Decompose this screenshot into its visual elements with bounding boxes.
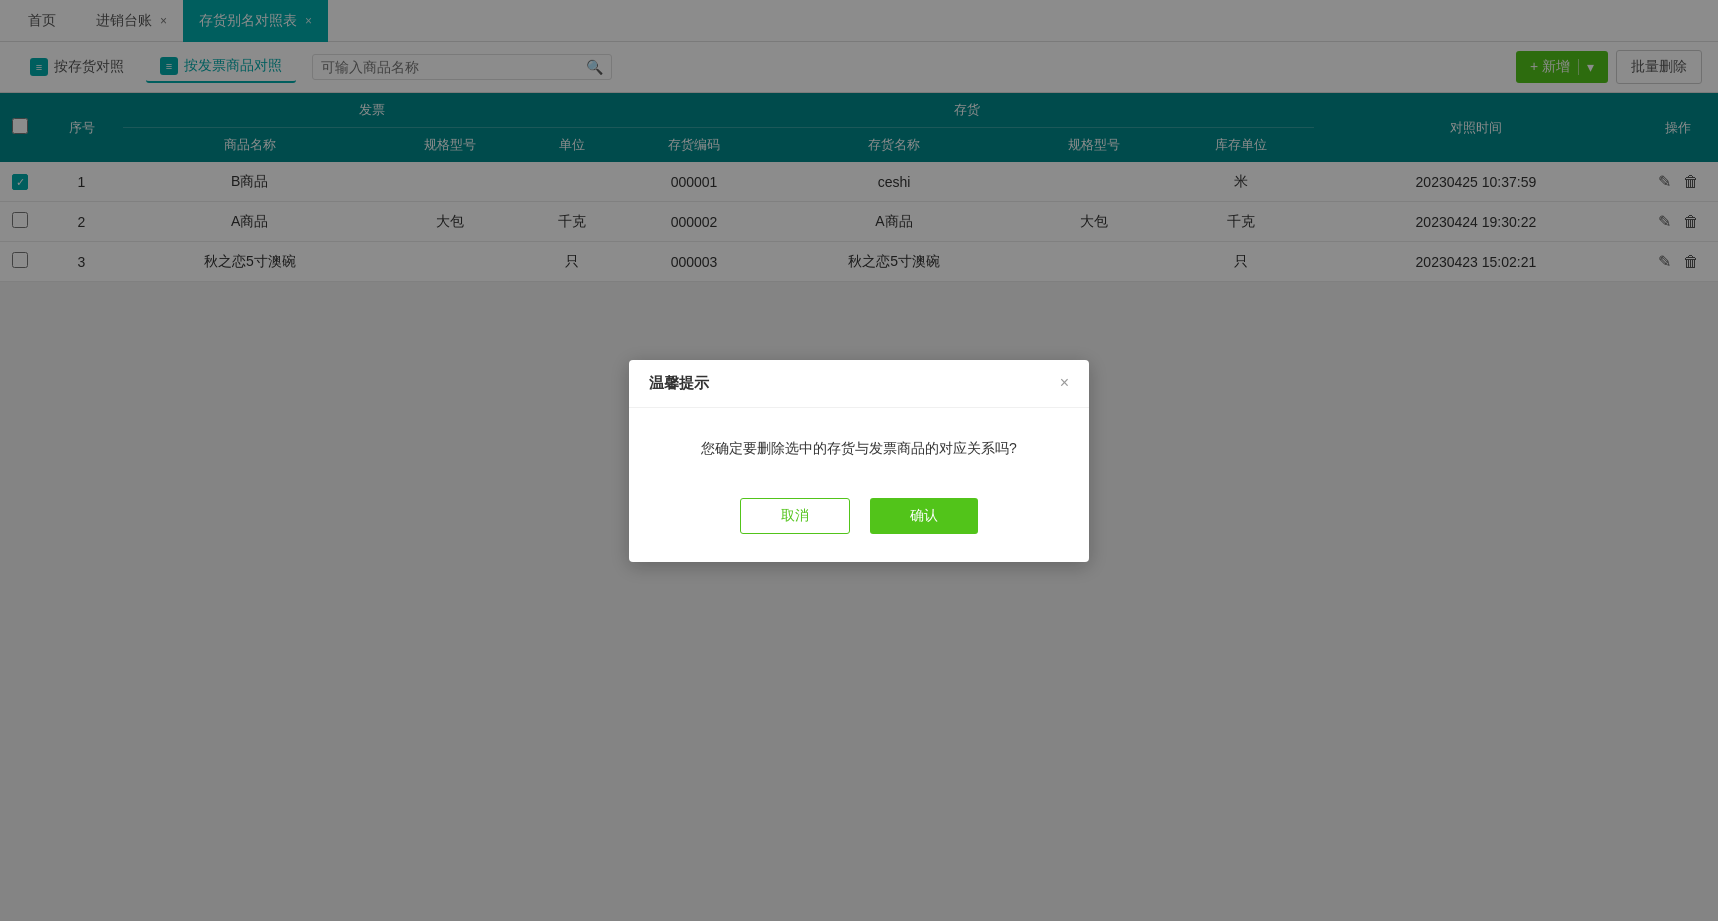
modal-overlay: 温馨提示 × 您确定要删除选中的存货与发票商品的对应关系吗? 取消 确认 (0, 0, 1718, 282)
